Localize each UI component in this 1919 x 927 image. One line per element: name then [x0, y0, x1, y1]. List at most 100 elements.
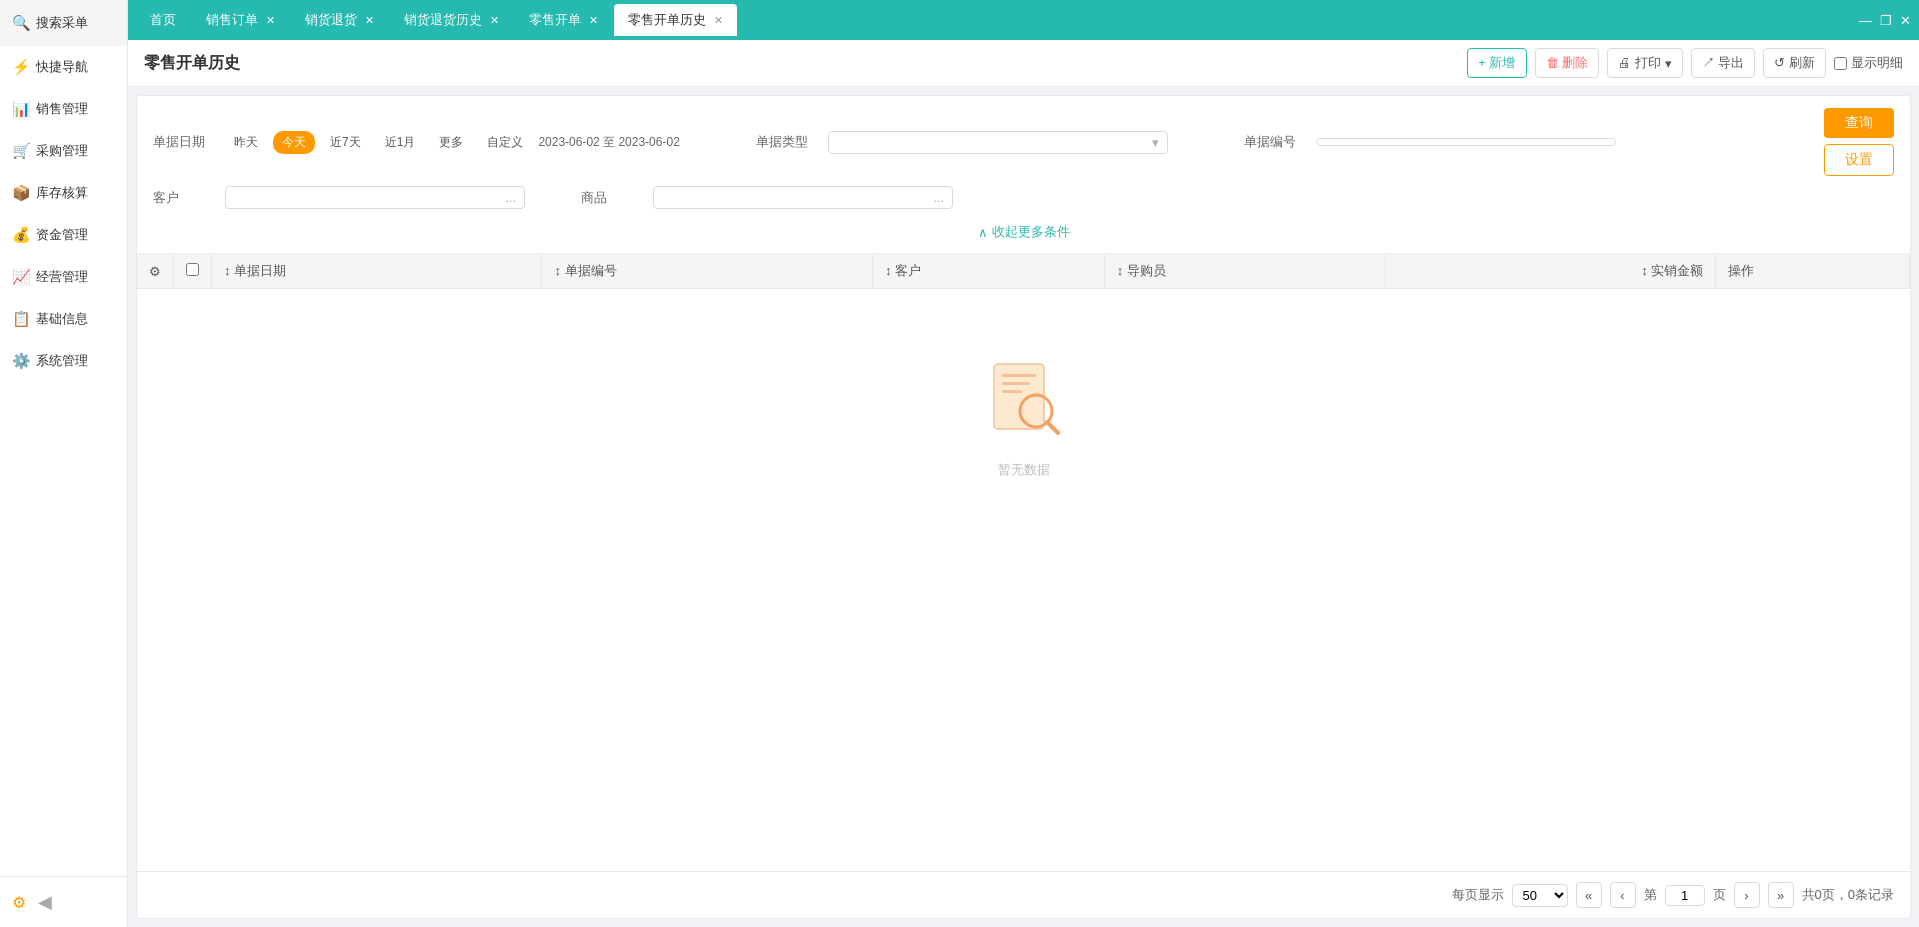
goods-input[interactable]: ...	[653, 186, 953, 209]
sidebar-item-label: 快捷导航	[36, 58, 88, 76]
biz-icon: 📈	[12, 268, 30, 286]
collapse-sidebar-icon[interactable]: ◀	[38, 891, 52, 913]
tab-home[interactable]: 首页	[136, 4, 190, 36]
empty-state: 暂无数据	[137, 289, 1910, 539]
last7-btn[interactable]: 近7天	[321, 131, 370, 154]
data-table: ⚙ ↕ 单据日期 ↕ 单据编号 ↕ 客户	[137, 254, 1910, 289]
sidebar-item-label: 经营管理	[36, 268, 88, 286]
doc-type-arrow-icon: ▾	[1152, 135, 1159, 150]
toolbar: 零售开单历史 + 新增 🗑 删除 🖨 打印 ▾ ↗ 导出 ↺ 刷新 显示明细	[128, 40, 1919, 87]
doc-no-input[interactable]	[1316, 138, 1616, 146]
first-page-btn[interactable]: «	[1576, 882, 1602, 908]
filter-area: 单据日期 昨天 今天 近7天 近1月 更多 自定义 2023-06-02 至 2…	[137, 96, 1910, 254]
th-settings[interactable]: ⚙	[137, 254, 174, 289]
goods-filter-label: 商品	[581, 189, 637, 207]
sidebar-item-biz-mgmt[interactable]: 📈 经营管理	[0, 256, 127, 298]
sidebar-item-search[interactable]: 🔍 搜索采单	[0, 0, 127, 46]
customer-filter-label: 客户	[153, 189, 209, 207]
svg-rect-1	[1002, 374, 1036, 377]
close-window-btn[interactable]: ✕	[1900, 13, 1911, 28]
sidebar-item-quick-nav[interactable]: ⚡ 快捷导航	[0, 46, 127, 88]
sidebar-item-sys-mgmt[interactable]: ⚙️ 系统管理	[0, 340, 127, 382]
empty-icon	[974, 349, 1074, 449]
custom-date-btn[interactable]: 自定义	[478, 131, 532, 154]
sidebar-item-purchase-mgmt[interactable]: 🛒 采购管理	[0, 130, 127, 172]
tab-sales-return-close[interactable]: ✕	[365, 14, 374, 27]
th-amount[interactable]: ↕ 实销金额	[1386, 254, 1716, 289]
today-btn[interactable]: 今天	[273, 131, 315, 154]
th-guide[interactable]: ↕ 导购员	[1104, 254, 1385, 289]
first-page-icon: «	[1585, 888, 1592, 903]
tab-retail-open-history[interactable]: 零售开单历史 ✕	[614, 4, 737, 36]
display-detail-checkbox[interactable]: 显示明细	[1834, 54, 1903, 72]
th-customer-label: ↕ 客户	[885, 263, 921, 278]
th-check[interactable]	[174, 254, 212, 289]
th-customer[interactable]: ↕ 客户	[872, 254, 1104, 289]
prev-page-icon: ‹	[1620, 888, 1624, 903]
collapse-label: 收起更多条件	[992, 223, 1070, 241]
sidebar: 🔍 搜索采单 ⚡ 快捷导航 📊 销售管理 🛒 采购管理 📦 库存核算 💰 资金管…	[0, 0, 128, 927]
doc-type-select[interactable]: ▾	[828, 131, 1168, 154]
display-detail-check[interactable]	[1834, 57, 1847, 70]
customer-input[interactable]: ...	[225, 186, 525, 209]
sys-icon: ⚙️	[12, 352, 30, 370]
total-info: 共0页，0条记录	[1802, 886, 1894, 904]
th-date-label: ↕ 单据日期	[224, 263, 286, 278]
th-date[interactable]: ↕ 单据日期	[212, 254, 542, 289]
sidebar-item-sales-mgmt[interactable]: 📊 销售管理	[0, 88, 127, 130]
svg-point-6	[1025, 400, 1041, 416]
svg-rect-3	[1002, 390, 1022, 393]
settings-icon[interactable]: ⚙	[149, 264, 161, 279]
add-button[interactable]: + 新增	[1467, 48, 1526, 78]
delete-button[interactable]: 🗑 删除	[1535, 48, 1600, 78]
sidebar-item-label: 库存核算	[36, 184, 88, 202]
refresh-button[interactable]: ↺ 刷新	[1763, 48, 1826, 78]
th-action-label: 操作	[1728, 263, 1754, 278]
tab-retail-open[interactable]: 零售开单 ✕	[515, 4, 612, 36]
tab-sales-return[interactable]: 销货退货 ✕	[291, 4, 388, 36]
basic-icon: 📋	[12, 310, 30, 328]
tab-sales-order[interactable]: 销售订单 ✕	[192, 4, 289, 36]
set-button[interactable]: 设置	[1824, 144, 1894, 176]
sidebar-item-label: 销售管理	[36, 100, 88, 118]
query-button[interactable]: 查询	[1824, 108, 1894, 138]
last-month-btn[interactable]: 近1月	[376, 131, 425, 154]
filter-row-1: 单据日期 昨天 今天 近7天 近1月 更多 自定义 2023-06-02 至 2…	[153, 108, 1894, 176]
settings-bottom-icon[interactable]: ⚙	[12, 893, 26, 912]
table-header-row: ⚙ ↕ 单据日期 ↕ 单据编号 ↕ 客户	[137, 254, 1910, 289]
filter-row-2: 客户 ... 商品 ...	[153, 186, 1894, 209]
print-button[interactable]: 🖨 打印 ▾	[1607, 48, 1683, 78]
table-wrap: ⚙ ↕ 单据日期 ↕ 单据编号 ↕ 客户	[137, 254, 1910, 871]
export-button[interactable]: ↗ 导出	[1691, 48, 1756, 78]
tab-sales-order-label: 销售订单	[206, 11, 258, 29]
restore-btn[interactable]: ❐	[1880, 13, 1892, 28]
more-date-btn[interactable]: 更多	[430, 131, 472, 154]
th-action: 操作	[1716, 254, 1910, 289]
tab-sales-return-history-label: 销货退货历史	[404, 11, 482, 29]
tab-retail-open-history-close[interactable]: ✕	[714, 14, 723, 27]
sidebar-item-label: 采购管理	[36, 142, 88, 160]
th-no[interactable]: ↕ 单据编号	[542, 254, 872, 289]
doc-type-label: 单据类型	[756, 133, 812, 151]
sidebar-item-label: 资金管理	[36, 226, 88, 244]
tab-sales-order-close[interactable]: ✕	[266, 14, 275, 27]
page-input[interactable]	[1665, 885, 1705, 906]
tab-retail-open-close[interactable]: ✕	[589, 14, 598, 27]
yesterday-btn[interactable]: 昨天	[225, 131, 267, 154]
last-page-btn[interactable]: »	[1768, 882, 1794, 908]
page-label: 第	[1644, 886, 1657, 904]
per-page-select[interactable]: 50 10 20 100	[1512, 884, 1568, 907]
sidebar-item-basic-info[interactable]: 📋 基础信息	[0, 298, 127, 340]
sidebar-item-fund-mgmt[interactable]: 💰 资金管理	[0, 214, 127, 256]
collapse-filter-btn[interactable]: ∧ 收起更多条件	[153, 219, 1894, 249]
sidebar-item-stock-calc[interactable]: 📦 库存核算	[0, 172, 127, 214]
collapse-icon: ∧	[978, 225, 988, 240]
tab-sales-return-history[interactable]: 销货退货历史 ✕	[390, 4, 513, 36]
content-area: 单据日期 昨天 今天 近7天 近1月 更多 自定义 2023-06-02 至 2…	[136, 95, 1911, 919]
next-page-btn[interactable]: ›	[1734, 882, 1760, 908]
select-all-checkbox[interactable]	[186, 263, 199, 276]
minimize-btn[interactable]: —	[1859, 13, 1872, 28]
tab-sales-return-history-close[interactable]: ✕	[490, 14, 499, 27]
page-title: 零售开单历史	[144, 53, 1459, 74]
prev-page-btn[interactable]: ‹	[1610, 882, 1636, 908]
